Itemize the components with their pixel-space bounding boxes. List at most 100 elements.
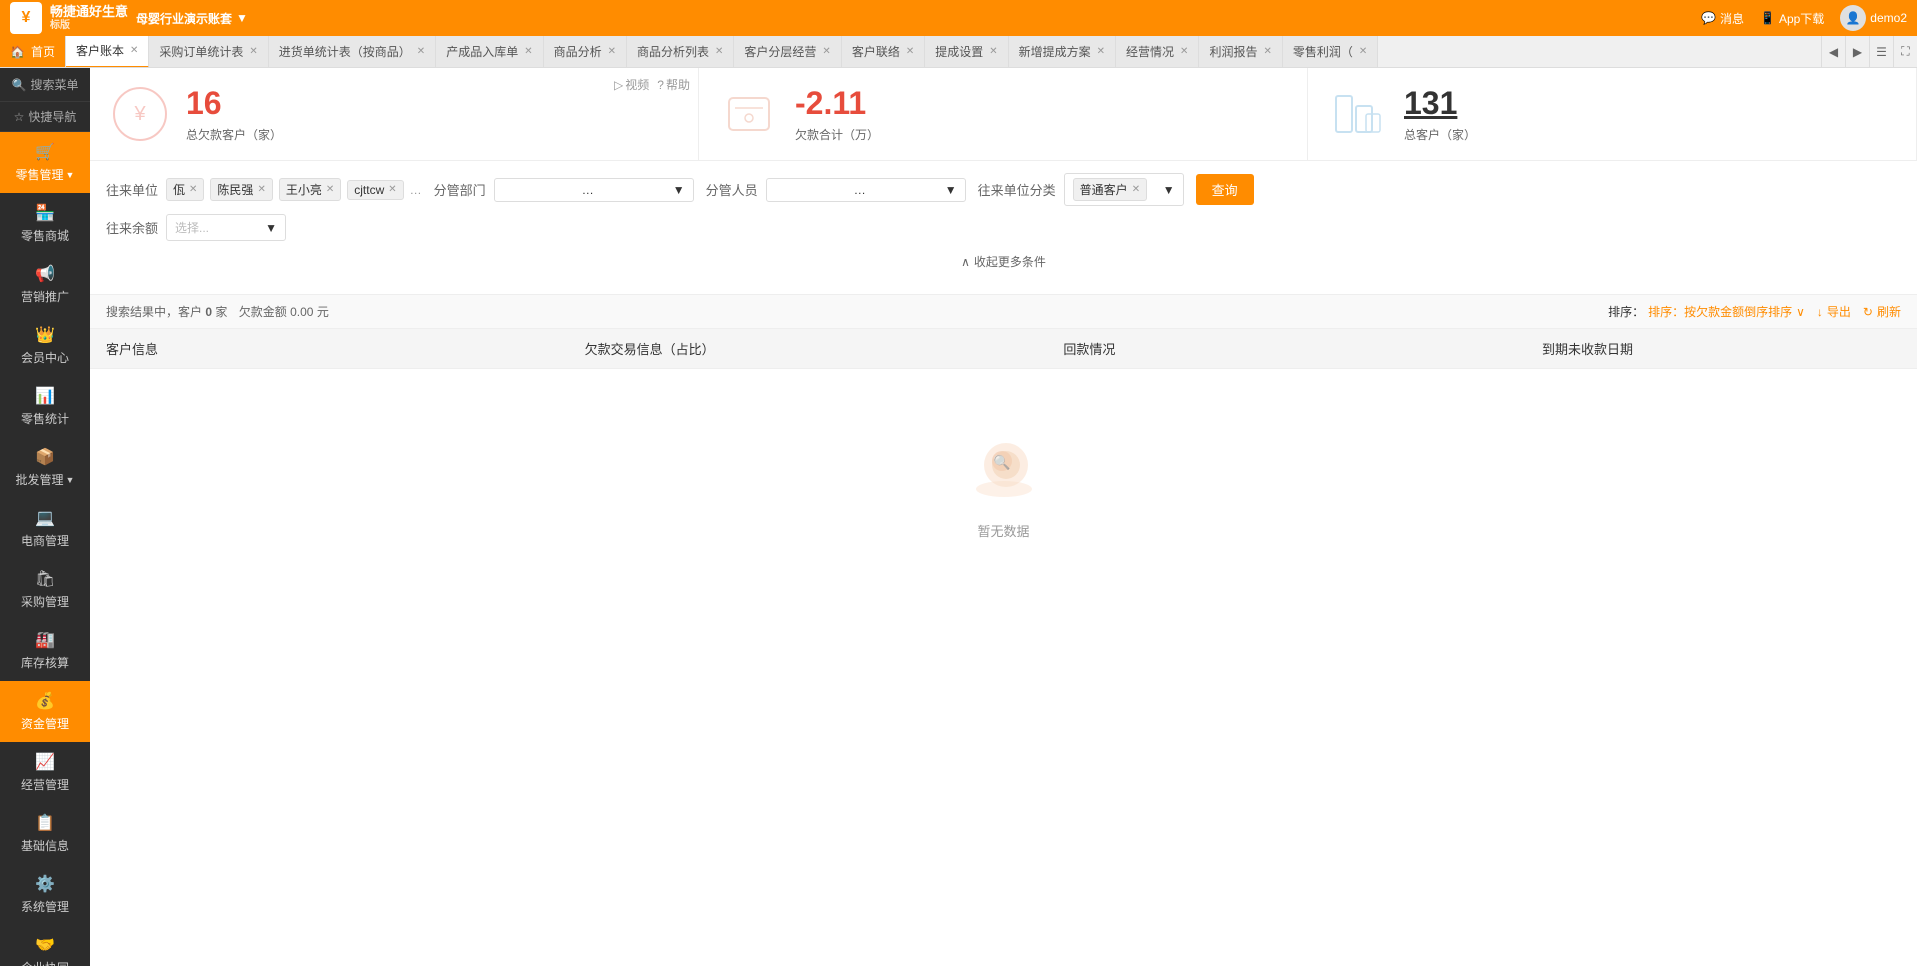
tab-new-raise[interactable]: 新增提成方案 ✕ xyxy=(1009,36,1116,68)
tab-raise-settings-close[interactable]: ✕ xyxy=(989,46,997,57)
workspace-selector[interactable]: 母婴行业演示账套 ▼ xyxy=(136,10,248,27)
collapse-button[interactable]: ∧ 收起更多条件 xyxy=(949,249,1058,274)
sidebar-item-ecommerce[interactable]: 💻 电商管理 xyxy=(0,498,90,559)
filter-tag-category-normal[interactable]: 普通客户 ✕ xyxy=(1073,178,1147,201)
filter-tag-category-normal-close[interactable]: ✕ xyxy=(1132,184,1140,195)
tab-purchase-orders[interactable]: 采购订单统计表 ✕ xyxy=(149,36,268,68)
filter-person-more[interactable]: … xyxy=(854,183,866,197)
tab-business-status-close[interactable]: ✕ xyxy=(1180,46,1188,57)
tab-production-in-close[interactable]: ✕ xyxy=(524,46,532,57)
sidebar-item-wholesale-mgmt[interactable]: 📦 批发管理 ▼ xyxy=(0,437,90,498)
sidebar-finance-icon: 💰 xyxy=(35,691,55,711)
filter-balance-placeholder: 选择... xyxy=(175,219,209,236)
tab-profit-report[interactable]: 利润报告 ✕ xyxy=(1199,36,1282,68)
stats-row: ¥ 16 总欠款客户（家） ▷ 视频 ? 帮助 xyxy=(90,68,1917,161)
stat-content-credit-customers: 16 总欠款客户（家） xyxy=(186,85,282,143)
filter-dept-more[interactable]: … xyxy=(582,183,594,197)
sidebar-item-retail-mgmt[interactable]: 🛒 零售管理 ▼ xyxy=(0,132,90,193)
table-col-customer: 客户信息 xyxy=(106,339,585,358)
filter-tag-unit-wa[interactable]: 佤 ✕ xyxy=(166,178,204,201)
sidebar-item-membership[interactable]: 👑 会员中心 xyxy=(0,315,90,376)
sidebar-item-retail-stats[interactable]: 📊 零售统计 xyxy=(0,376,90,437)
tab-retail-profit[interactable]: 零售利润（ ✕ xyxy=(1283,36,1378,68)
tab-customer-segment-close[interactable]: ✕ xyxy=(822,46,830,57)
filter-balance-label: 往来余额 xyxy=(106,218,158,237)
sort-label: 排序：按欠款金额倒序排序 xyxy=(1648,303,1792,320)
tab-profit-report-close[interactable]: ✕ xyxy=(1263,46,1271,57)
tab-purchase-orders-close[interactable]: ✕ xyxy=(249,46,257,57)
filter-balance-select[interactable]: 选择... ▼ xyxy=(166,214,286,241)
sidebar-item-enterprise-collab[interactable]: 🤝 企业协同 xyxy=(0,925,90,966)
tab-fullscreen[interactable]: ⛶ xyxy=(1893,36,1917,68)
filter-person-select[interactable]: … ▼ xyxy=(766,178,966,202)
phone-icon: 📱 xyxy=(1760,11,1775,25)
filter-tag-unit-wang-close[interactable]: ✕ xyxy=(326,184,334,195)
tab-home[interactable]: 🏠 首页 xyxy=(0,36,66,68)
tab-product-analysis-close[interactable]: ✕ xyxy=(608,46,616,57)
user-name: demo2 xyxy=(1870,11,1907,25)
tab-new-raise-close[interactable]: ✕ xyxy=(1097,46,1105,57)
filter-tag-unit-wa-close[interactable]: ✕ xyxy=(189,184,197,195)
filter-tag-unit-chen[interactable]: 陈民强 ✕ xyxy=(210,178,272,201)
filter-tag-unit-wang[interactable]: 王小亮 ✕ xyxy=(279,178,341,201)
tab-customers-close[interactable]: ✕ xyxy=(130,45,138,56)
tab-customer-segment[interactable]: 客户分层经营 ✕ xyxy=(734,36,841,68)
tab-product-analysis-list-close[interactable]: ✕ xyxy=(715,46,723,57)
sidebar-item-marketing[interactable]: 📢 营销推广 xyxy=(0,254,90,315)
tab-customer-contact[interactable]: 客户联络 ✕ xyxy=(842,36,925,68)
filter-tag-unit-cjttcw[interactable]: cjttcw ✕ xyxy=(347,180,403,200)
filter-tag-unit-cjttcw-close[interactable]: ✕ xyxy=(388,184,396,195)
query-button[interactable]: 查询 xyxy=(1196,174,1254,205)
filter-tag-unit-chen-close[interactable]: ✕ xyxy=(257,184,265,195)
help-btn[interactable]: ? 帮助 xyxy=(657,76,690,93)
tab-scroll-left[interactable]: ◀ xyxy=(1821,36,1845,68)
tab-product-analysis-list[interactable]: 商品分析列表 ✕ xyxy=(627,36,734,68)
tab-menu[interactable]: ☰ xyxy=(1869,36,1893,68)
tab-production-in-label: 产成品入库单 xyxy=(446,43,518,60)
filter-dept-select[interactable]: … ▼ xyxy=(494,178,694,202)
export-icon: ↓ xyxy=(1817,305,1823,319)
sidebar-item-finance[interactable]: 💰 资金管理 xyxy=(0,681,90,742)
video-btn[interactable]: ▷ 视频 xyxy=(614,76,649,93)
tab-customer-contact-close[interactable]: ✕ xyxy=(906,46,914,57)
user-menu[interactable]: 👤 demo2 xyxy=(1840,5,1907,31)
filter-section-balance: 往来余额 选择... ▼ xyxy=(106,214,286,241)
home-icon: 🏠 xyxy=(10,45,25,59)
tab-scroll-right[interactable]: ▶ xyxy=(1845,36,1869,68)
sidebar-ecommerce-icon: 💻 xyxy=(35,508,55,528)
sidebar-item-operations[interactable]: 📈 经营管理 xyxy=(0,742,90,803)
app-name: 畅捷通好生意 xyxy=(50,4,128,20)
tab-business-status[interactable]: 经营情况 ✕ xyxy=(1116,36,1199,68)
stat-card-video-help: ▷ 视频 ? 帮助 xyxy=(614,76,690,93)
filter-section-unit: 往来单位 佤 ✕ 陈民强 ✕ 王小亮 ✕ xyxy=(106,178,422,201)
tab-stock-stat[interactable]: 进货单统计表（按商品） ✕ xyxy=(269,36,436,68)
filter-unit-category-select[interactable]: 普通客户 ✕ ▼ xyxy=(1064,173,1184,206)
sidebar-item-basics[interactable]: 📋 基础信息 xyxy=(0,803,90,864)
tab-product-analysis[interactable]: 商品分析 ✕ xyxy=(544,36,627,68)
sidebar-basics-label: 基础信息 xyxy=(21,837,69,854)
sidebar-purchase-mgmt-label: 采购管理 xyxy=(21,593,69,610)
star-icon: ☆ xyxy=(14,110,25,124)
message-btn[interactable]: 💬 消息 xyxy=(1701,10,1744,27)
sidebar-item-system[interactable]: ⚙️ 系统管理 xyxy=(0,864,90,925)
filter-unit-more[interactable]: … xyxy=(410,183,422,197)
sidebar-item-retail-mall[interactable]: 🏪 零售商城 xyxy=(0,193,90,254)
tab-stock-stat-close[interactable]: ✕ xyxy=(417,46,425,57)
result-summary: 搜索结果中，客户 0 家 欠款金额 0.00 元 xyxy=(106,303,329,320)
result-bar: 搜索结果中，客户 0 家 欠款金额 0.00 元 排序： 排序：按欠款金额倒序排… xyxy=(90,295,1917,329)
sort-select[interactable]: 排序： 排序：按欠款金额倒序排序 ∨ xyxy=(1608,303,1805,320)
content-area: ¥ 16 总欠款客户（家） ▷ 视频 ? 帮助 xyxy=(90,68,1917,966)
filter-person-label: 分管人员 xyxy=(706,180,758,199)
sidebar-quick-nav[interactable]: ☆ 快捷导航 xyxy=(0,102,90,132)
refresh-btn[interactable]: ↻ 刷新 xyxy=(1863,303,1901,320)
tab-customers[interactable]: 客户账本 ✕ xyxy=(66,36,149,68)
sidebar-search[interactable]: 🔍 搜索菜单 xyxy=(0,68,90,102)
sidebar-item-purchase-mgmt[interactable]: 🛍 采购管理 xyxy=(0,559,90,620)
tab-production-in[interactable]: 产成品入库单 ✕ xyxy=(436,36,543,68)
sidebar-item-inventory[interactable]: 🏭 库存核算 xyxy=(0,620,90,681)
result-actions: 排序： 排序：按欠款金额倒序排序 ∨ ↓ 导出 ↻ 刷新 xyxy=(1608,303,1901,320)
tab-raise-settings[interactable]: 提成设置 ✕ xyxy=(925,36,1008,68)
export-btn[interactable]: ↓ 导出 xyxy=(1817,303,1851,320)
tab-retail-profit-close[interactable]: ✕ xyxy=(1359,46,1367,57)
app-download-btn[interactable]: 📱 App下载 xyxy=(1760,10,1824,27)
